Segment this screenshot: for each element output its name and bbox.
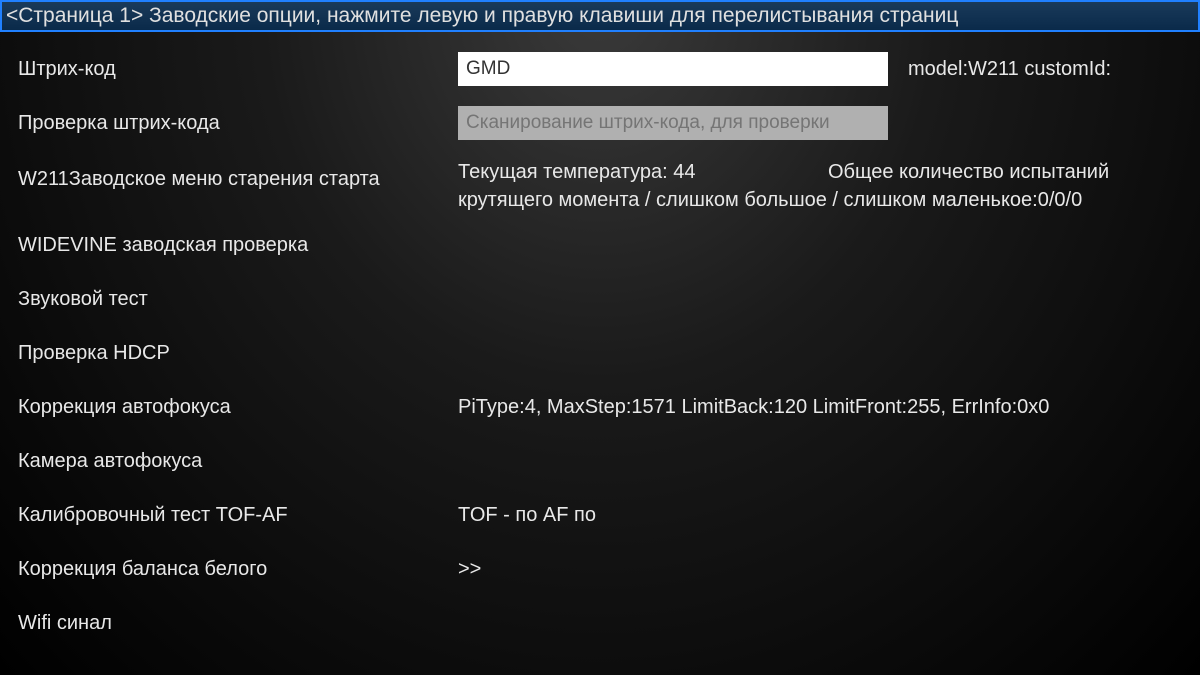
row-tof-af[interactable]: Калибровочный тест TOF-AF TOF - по AF по <box>18 490 1182 540</box>
autofocus-camera-label: Камера автофокуса <box>18 450 458 473</box>
autofocus-correction-value: PiType:4, MaxStep:1571 LimitBack:120 Lim… <box>458 396 1049 419</box>
aging-tests-text: Общее количество испытаний <box>828 158 1109 186</box>
row-aging-menu[interactable]: W211Заводское меню старения старта Текущ… <box>18 152 1182 216</box>
white-balance-label: Коррекция баланса белого <box>18 558 458 581</box>
row-autofocus-camera[interactable]: Камера автофокуса <box>18 436 1182 486</box>
page-title: <Страница 1> Заводские опции, нажмите ле… <box>6 4 958 28</box>
aging-temp-text: Текущая температура: 44 <box>458 158 828 186</box>
row-wifi[interactable]: Wifi синал <box>18 598 1182 648</box>
row-widevine[interactable]: WIDEVINE заводская проверка <box>18 220 1182 270</box>
row-barcode[interactable]: Штрих-код model:W211 customId: <box>18 44 1182 94</box>
barcode-model-info: model:W211 customId: <box>908 58 1111 81</box>
page-header: <Страница 1> Заводские опции, нажмите ле… <box>0 0 1200 32</box>
content-area: Штрих-код model:W211 customId: Проверка … <box>0 32 1200 664</box>
barcode-check-label: Проверка штрих-кода <box>18 112 458 135</box>
tof-af-label: Калибровочный тест TOF-AF <box>18 504 458 527</box>
autofocus-correction-label: Коррекция автофокуса <box>18 396 458 419</box>
white-balance-value: >> <box>458 558 481 581</box>
barcode-label: Штрих-код <box>18 58 458 81</box>
row-barcode-check[interactable]: Проверка штрих-кода <box>18 98 1182 148</box>
aging-menu-label: W211Заводское меню старения старта <box>18 158 458 191</box>
barcode-input[interactable] <box>458 52 888 86</box>
aging-torque-text: крутящего момента / слишком большое / сл… <box>458 186 1109 214</box>
row-sound-test[interactable]: Звуковой тест <box>18 274 1182 324</box>
tof-af-value: TOF - по AF по <box>458 504 596 527</box>
widevine-label: WIDEVINE заводская проверка <box>18 234 458 257</box>
row-white-balance[interactable]: Коррекция баланса белого >> <box>18 544 1182 594</box>
hdcp-label: Проверка HDCP <box>18 342 458 365</box>
barcode-check-input[interactable] <box>458 106 888 140</box>
row-hdcp[interactable]: Проверка HDCP <box>18 328 1182 378</box>
row-autofocus-correction[interactable]: Коррекция автофокуса PiType:4, MaxStep:1… <box>18 382 1182 432</box>
sound-test-label: Звуковой тест <box>18 288 458 311</box>
wifi-label: Wifi синал <box>18 612 458 635</box>
